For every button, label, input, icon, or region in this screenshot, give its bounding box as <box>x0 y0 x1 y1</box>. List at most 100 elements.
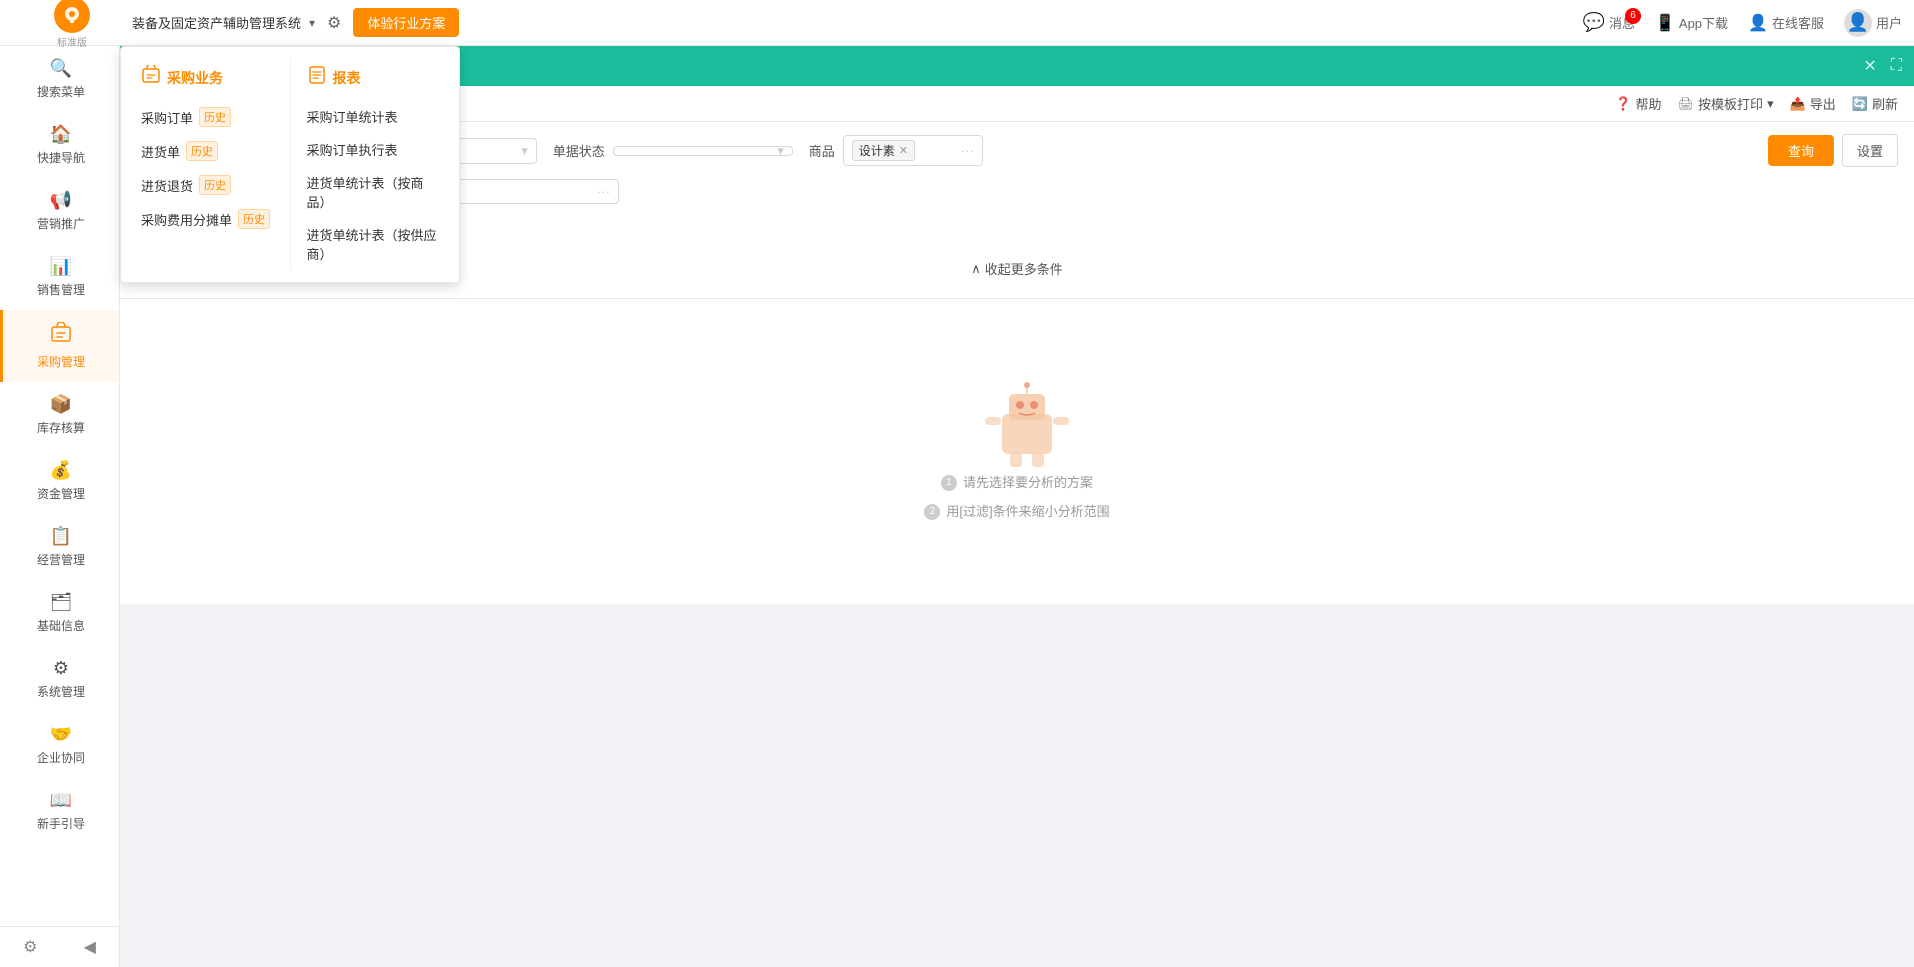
collapse-conditions-btn[interactable]: ∧ 收起更多条件 <box>971 259 1063 278</box>
notification-badge-count: 6 <box>1625 8 1641 24</box>
sales-icon: 📊 <box>50 256 72 277</box>
industry-btn[interactable]: 体验行业方案 <box>353 8 459 37</box>
finance-icon: 💰 <box>50 460 72 481</box>
sidebar-collapse-btn[interactable]: ◀ <box>84 937 96 957</box>
doc-status-select[interactable]: ▾ <box>613 146 793 156</box>
refresh-btn[interactable]: 🔄 刷新 <box>1852 94 1898 113</box>
dropdown-item-return[interactable]: 进货退货 历史 <box>133 168 282 202</box>
refresh-label: 刷新 <box>1872 94 1898 113</box>
cooperation-icon: 🤝 <box>50 724 72 745</box>
app-download-item[interactable]: 📱 App下载 <box>1655 13 1728 33</box>
empty-step-2: 2 用[过滤]条件来缩小分析范围 <box>924 500 1109 523</box>
sidebar-item-search[interactable]: 🔍 搜索菜单 <box>0 46 119 112</box>
export-label: 导出 <box>1810 94 1836 113</box>
message-icon: 💬 <box>1583 12 1605 33</box>
step-1-num: 1 <box>941 475 957 491</box>
print-dropdown-icon[interactable]: ▾ <box>1767 96 1774 112</box>
settings-icon[interactable]: ⚙ <box>323 9 345 37</box>
expense-label: 采购费用分摊单 <box>141 210 232 229</box>
sidebar-item-purchase[interactable]: 采购管理 <box>0 310 119 382</box>
online-service-label: 在线客服 <box>1772 13 1824 32</box>
sidebar-label-cooperation: 企业协同 <box>37 749 85 766</box>
notification-item[interactable]: 💬 6 消息 <box>1583 12 1635 33</box>
receipt-label: 进货单 <box>141 142 180 161</box>
sidebar-item-operation[interactable]: 📋 经营管理 <box>0 514 119 580</box>
sidebar: 🔍 搜索菜单 🏠 快捷导航 📢 营销推广 📊 销售管理 采购管理 <box>0 46 120 967</box>
salesperson-input[interactable]: ··· <box>439 179 619 204</box>
basic-info-icon: 🗂 <box>50 592 73 613</box>
dropdown-divider <box>290 59 291 270</box>
dropdown-item-receipt[interactable]: 进货单 历史 <box>133 134 282 168</box>
logo-icon <box>54 0 90 33</box>
sidebar-item-finance[interactable]: 💰 资金管理 <box>0 448 119 514</box>
sidebar-item-cooperation[interactable]: 🤝 企业协同 <box>0 712 119 778</box>
report-col-icon <box>307 65 327 90</box>
empty-state: 1 请先选择要分析的方案 2 用[过滤]条件来缩小分析范围 <box>120 299 1914 604</box>
help-label: 帮助 <box>1636 94 1662 113</box>
sidebar-settings-btn[interactable]: ⚙ <box>23 937 37 957</box>
dropdown-columns: 采购业务 采购订单 历史 进货单 历史 进货退货 历史 采购费用分摊单 历史 <box>133 59 447 270</box>
dropdown-item-receipt-stats-goods[interactable]: 进货单统计表（按商品） <box>299 166 448 218</box>
purchase-dropdown-menu: 采购业务 采购订单 历史 进货单 历史 进货退货 历史 采购费用分摊单 历史 <box>120 46 460 283</box>
print-icon: 🖨 <box>1678 96 1695 112</box>
inventory-icon: 📦 <box>50 394 72 415</box>
po-history-badge: 历史 <box>199 107 231 127</box>
empty-illustration <box>967 379 1067 459</box>
dropdown-item-po-exec[interactable]: 采购订单执行表 <box>299 133 448 166</box>
salesperson-dots[interactable]: ··· <box>597 184 610 199</box>
goods-input[interactable]: 设计素 ✕ ··· <box>843 135 983 166</box>
help-btn[interactable]: ❓ 帮助 <box>1615 94 1661 113</box>
sidebar-bottom: ⚙ ◀ <box>0 926 119 967</box>
print-btn[interactable]: 🖨 按模板打印 ▾ <box>1678 94 1774 113</box>
receipt-stats-goods-label: 进货单统计表（按商品） <box>307 173 440 211</box>
operation-icon: 📋 <box>50 526 72 547</box>
step-2-num: 2 <box>924 504 940 520</box>
system-icon: ⚙ <box>53 658 69 679</box>
sidebar-item-inventory[interactable]: 📦 库存核算 <box>0 382 119 448</box>
app-download-label: App下载 <box>1679 13 1728 32</box>
user-item[interactable]: 👤 用户 <box>1844 9 1902 37</box>
sidebar-label-operation: 经营管理 <box>37 551 85 568</box>
system-title: 装备及固定资产辅助管理系统 <box>132 13 301 32</box>
dropdown-item-po-stats[interactable]: 采购订单统计表 <box>299 100 448 133</box>
sidebar-label-guide: 新手引导 <box>37 815 85 832</box>
print-label: 按模板打印 <box>1698 94 1763 113</box>
export-btn[interactable]: 📤 导出 <box>1790 94 1836 113</box>
dropdown-col-report-header: 报表 <box>299 59 448 96</box>
header-right: 💬 6 消息 📱 App下载 👤 在线客服 👤 用户 <box>1583 9 1902 37</box>
dropdown-col-purchase-header: 采购业务 <box>133 59 282 96</box>
tab-maximize-btn[interactable]: ⛶ <box>1887 53 1906 79</box>
po-label: 采购订单 <box>141 108 193 127</box>
setting-btn[interactable]: 设置 <box>1842 134 1898 167</box>
sidebar-item-basic-info[interactable]: 🗂 基础信息 <box>0 580 119 646</box>
sidebar-item-system[interactable]: ⚙ 系统管理 <box>0 646 119 712</box>
top-header: 标准版 装备及固定资产辅助管理系统 ▾ ⚙ 体验行业方案 💬 6 消息 📱 Ap… <box>0 0 1914 46</box>
guide-icon: 📖 <box>50 790 72 811</box>
logo-area: 标准版 <box>12 0 132 49</box>
sidebar-label-search: 搜索菜单 <box>37 83 85 100</box>
dropdown-item-receipt-stats-supplier[interactable]: 进货单统计表（按供应商） <box>299 218 448 270</box>
sidebar-label-sales: 销售管理 <box>37 281 85 298</box>
sidebar-item-guide[interactable]: 📖 新手引导 <box>0 778 119 844</box>
system-title-area: 装备及固定资产辅助管理系统 ▾ ⚙ 体验行业方案 <box>132 8 1583 37</box>
title-dropdown-icon[interactable]: ▾ <box>309 16 315 30</box>
mobile-icon: 📱 <box>1655 13 1675 33</box>
calendar-icon: ▾ <box>521 143 528 159</box>
sidebar-label-finance: 资金管理 <box>37 485 85 502</box>
doc-status-label: 单据状态 <box>553 141 605 160</box>
dropdown-item-po[interactable]: 采购订单 历史 <box>133 100 282 134</box>
return-history-badge: 历史 <box>199 175 231 195</box>
query-btn[interactable]: 查询 <box>1768 135 1834 166</box>
online-service-item[interactable]: 👤 在线客服 <box>1748 13 1824 33</box>
goods-tag-close[interactable]: ✕ <box>899 144 908 157</box>
dropdown-col-report: 报表 采购订单统计表 采购订单执行表 进货单统计表（按商品） 进货单统计表（按供… <box>299 59 448 270</box>
goods-filter: 商品 设计素 ✕ ··· <box>809 135 983 166</box>
sidebar-item-sales[interactable]: 📊 销售管理 <box>0 244 119 310</box>
sidebar-item-quick-nav[interactable]: 🏠 快捷导航 <box>0 112 119 178</box>
sidebar-item-marketing[interactable]: 📢 营销推广 <box>0 178 119 244</box>
sidebar-label-system: 系统管理 <box>37 683 85 700</box>
purchase-icon <box>50 322 72 349</box>
dropdown-item-expense[interactable]: 采购费用分摊单 历史 <box>133 202 282 236</box>
tab-close-window-btn[interactable]: ✕ <box>1859 52 1880 80</box>
tab-bar-actions: ✕ ⛶ <box>1859 52 1906 80</box>
